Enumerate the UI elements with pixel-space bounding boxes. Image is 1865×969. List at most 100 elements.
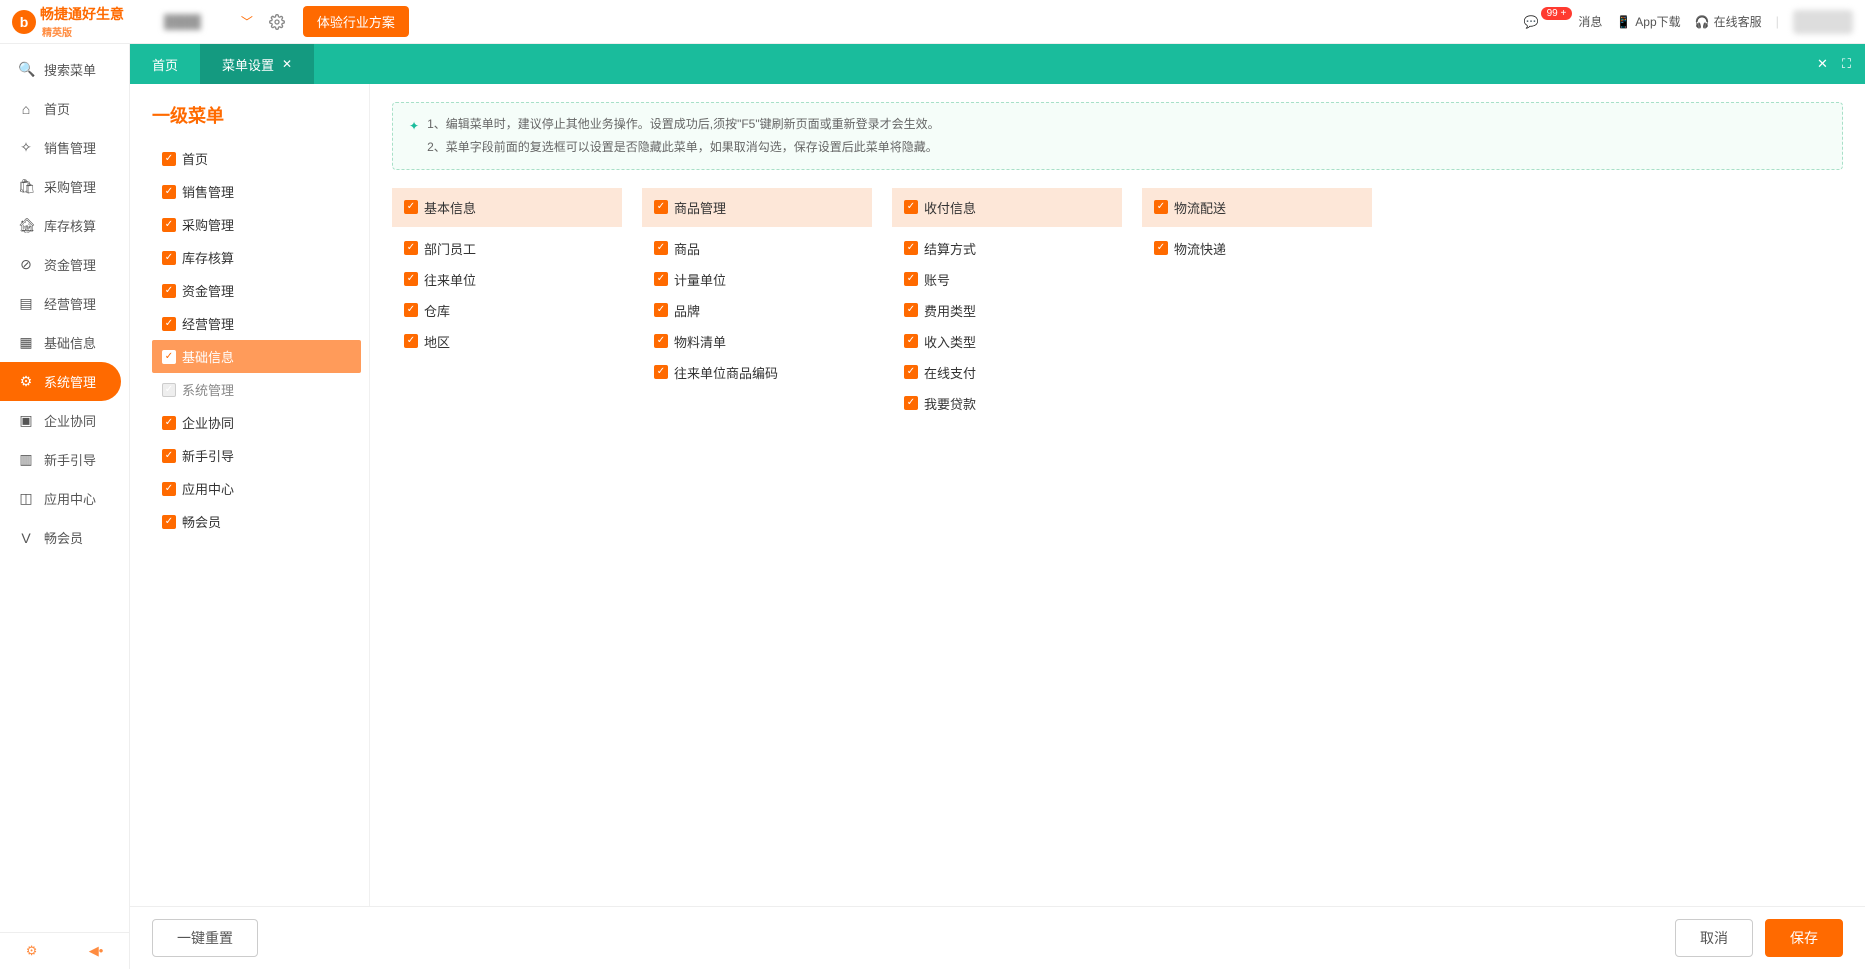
card-item-3-0[interactable]: ✓物流快递 [1154, 233, 1360, 264]
checkbox-icon[interactable]: ✓ [654, 200, 668, 214]
card-3: ✓物流配送 ✓物流快递 [1142, 188, 1372, 276]
sidebar-item-4[interactable]: 🏚库存核算 [0, 206, 129, 245]
card-item-0-1[interactable]: ✓往来单位 [404, 264, 610, 295]
menu-item-11[interactable]: ✓畅会员 [152, 505, 361, 538]
card-item-2-0[interactable]: ✓结算方式 [904, 233, 1110, 264]
checkbox-icon[interactable]: ✓ [904, 303, 918, 317]
card-item-2-2[interactable]: ✓费用类型 [904, 295, 1110, 326]
card-item-2-3[interactable]: ✓收入类型 [904, 326, 1110, 357]
checkbox-icon[interactable]: ✓ [654, 272, 668, 286]
sidebar-item-11[interactable]: ◫应用中心 [0, 479, 129, 518]
tab-close-all-icon[interactable]: ✕ [1813, 52, 1832, 76]
menu-item-6[interactable]: ✓ 基础信息 [152, 340, 361, 373]
checkbox-icon[interactable]: ✓ [162, 284, 176, 298]
tenant-select[interactable]: ████ [164, 14, 201, 29]
checkbox-icon[interactable]: ✓ [654, 334, 668, 348]
menu-item-4[interactable]: ✓资金管理 [152, 274, 361, 307]
checkbox-icon[interactable]: ✓ [1154, 200, 1168, 214]
card-header[interactable]: ✓收付信息 [892, 188, 1122, 227]
sidebar-item-2[interactable]: ✧销售管理 [0, 128, 129, 167]
card-item-0-3[interactable]: ✓地区 [404, 326, 610, 357]
menu-item-9[interactable]: ✓新手引导 [152, 439, 361, 472]
menu-item-5[interactable]: ✓经营管理 [152, 307, 361, 340]
sidebar-item-8[interactable]: ⚙系统管理 [0, 362, 121, 401]
tab-1[interactable]: 菜单设置✕ [200, 44, 314, 84]
checkbox-icon[interactable]: ✓ [654, 303, 668, 317]
gear-icon[interactable] [269, 14, 285, 30]
app-download-link[interactable]: 📱 App下载 [1616, 13, 1680, 30]
checkbox-icon[interactable]: ✓ [162, 482, 176, 496]
menu-item-label: 基础信息 [182, 347, 234, 366]
chevron-down-icon[interactable]: ﹀ [241, 13, 253, 30]
checkbox-icon[interactable]: ✓ [404, 272, 418, 286]
menu-item-7[interactable]: ✓系统管理 [152, 373, 361, 406]
card-item-1-4[interactable]: ✓往来单位商品编码 [654, 357, 860, 388]
card-item-2-4[interactable]: ✓在线支付 [904, 357, 1110, 388]
card-item-2-5[interactable]: ✓我要贷款 [904, 388, 1110, 419]
tab-label: 首页 [152, 55, 178, 74]
menu-item-2[interactable]: ✓采购管理 [152, 208, 361, 241]
menu-item-3[interactable]: ✓库存核算 [152, 241, 361, 274]
checkbox-icon[interactable]: ✓ [162, 218, 176, 232]
checkbox-icon[interactable]: ✓ [162, 317, 176, 331]
checkbox-icon[interactable]: ✓ [404, 334, 418, 348]
card-item-1-1[interactable]: ✓计量单位 [654, 264, 860, 295]
checkbox-icon[interactable]: ✓ [904, 396, 918, 410]
save-button[interactable]: 保存 [1765, 919, 1843, 957]
fullscreen-icon[interactable]: ⛶ [1838, 52, 1855, 76]
avatar[interactable] [1793, 10, 1853, 34]
checkbox-icon[interactable]: ✓ [404, 200, 418, 214]
card-header[interactable]: ✓物流配送 [1142, 188, 1372, 227]
card-header[interactable]: ✓基本信息 [392, 188, 622, 227]
checkbox-icon[interactable]: ✓ [404, 303, 418, 317]
settings-icon[interactable]: ⚙ [26, 943, 38, 959]
menu-item-8[interactable]: ✓企业协同 [152, 406, 361, 439]
sidebar-item-7[interactable]: ▦基础信息 [0, 323, 129, 362]
checkbox-icon[interactable]: ✓ [162, 152, 176, 166]
checkbox-icon[interactable]: ✓ [904, 272, 918, 286]
cancel-button[interactable]: 取消 [1675, 919, 1753, 957]
messages-link[interactable]: 💬 99 + 消息 [1524, 13, 1603, 30]
checkbox-icon[interactable]: ✓ [162, 515, 176, 529]
card-item-0-2[interactable]: ✓仓库 [404, 295, 610, 326]
tab-0[interactable]: 首页 [130, 44, 200, 84]
menu-item-0[interactable]: ✓首页 [152, 142, 361, 175]
checkbox-icon[interactable]: ✓ [904, 334, 918, 348]
checkbox-icon[interactable]: ✓ [162, 185, 176, 199]
close-icon[interactable]: ✕ [282, 57, 292, 71]
sidebar-item-9[interactable]: ▣企业协同 [0, 401, 129, 440]
card-item-2-1[interactable]: ✓账号 [904, 264, 1110, 295]
sidebar-item-12[interactable]: V畅会员 [0, 518, 129, 557]
sidebar-item-label: 新手引导 [44, 450, 96, 469]
sidebar-item-10[interactable]: ▥新手引导 [0, 440, 129, 479]
checkbox-icon[interactable]: ✓ [162, 251, 176, 265]
experience-button[interactable]: 体验行业方案 [303, 6, 409, 37]
card-item-1-2[interactable]: ✓品牌 [654, 295, 860, 326]
card-item-0-0[interactable]: ✓部门员工 [404, 233, 610, 264]
checkbox-icon[interactable]: ✓ [654, 365, 668, 379]
sidebar-item-0[interactable]: 🔍搜索菜单 [0, 50, 129, 89]
menu-item-10[interactable]: ✓应用中心 [152, 472, 361, 505]
checkbox-icon[interactable]: ✓ [162, 350, 176, 364]
checkbox-icon[interactable]: ✓ [162, 449, 176, 463]
collapse-icon[interactable]: ◀• [89, 943, 104, 959]
sidebar-item-3[interactable]: 🛍采购管理 [0, 167, 129, 206]
checkbox-icon[interactable]: ✓ [904, 241, 918, 255]
sidebar-item-1[interactable]: ⌂首页 [0, 89, 129, 128]
checkbox-icon[interactable]: ✓ [654, 241, 668, 255]
card-item-1-0[interactable]: ✓商品 [654, 233, 860, 264]
checkbox-icon[interactable]: ✓ [162, 416, 176, 430]
sidebar-item-5[interactable]: ⊘资金管理 [0, 245, 129, 284]
online-service-link[interactable]: 🎧 在线客服 [1695, 13, 1762, 30]
checkbox-icon[interactable]: ✓ [904, 200, 918, 214]
menu-item-1[interactable]: ✓销售管理 [152, 175, 361, 208]
checkbox-icon[interactable]: ✓ [904, 365, 918, 379]
sidebar-item-6[interactable]: ▤经营管理 [0, 284, 129, 323]
reset-button[interactable]: 一键重置 [152, 919, 258, 957]
checkbox-icon[interactable]: ✓ [404, 241, 418, 255]
sidebar-item-label: 基础信息 [44, 333, 96, 352]
checkbox-icon[interactable]: ✓ [162, 383, 176, 397]
card-header[interactable]: ✓商品管理 [642, 188, 872, 227]
card-item-1-3[interactable]: ✓物料清单 [654, 326, 860, 357]
checkbox-icon[interactable]: ✓ [1154, 241, 1168, 255]
